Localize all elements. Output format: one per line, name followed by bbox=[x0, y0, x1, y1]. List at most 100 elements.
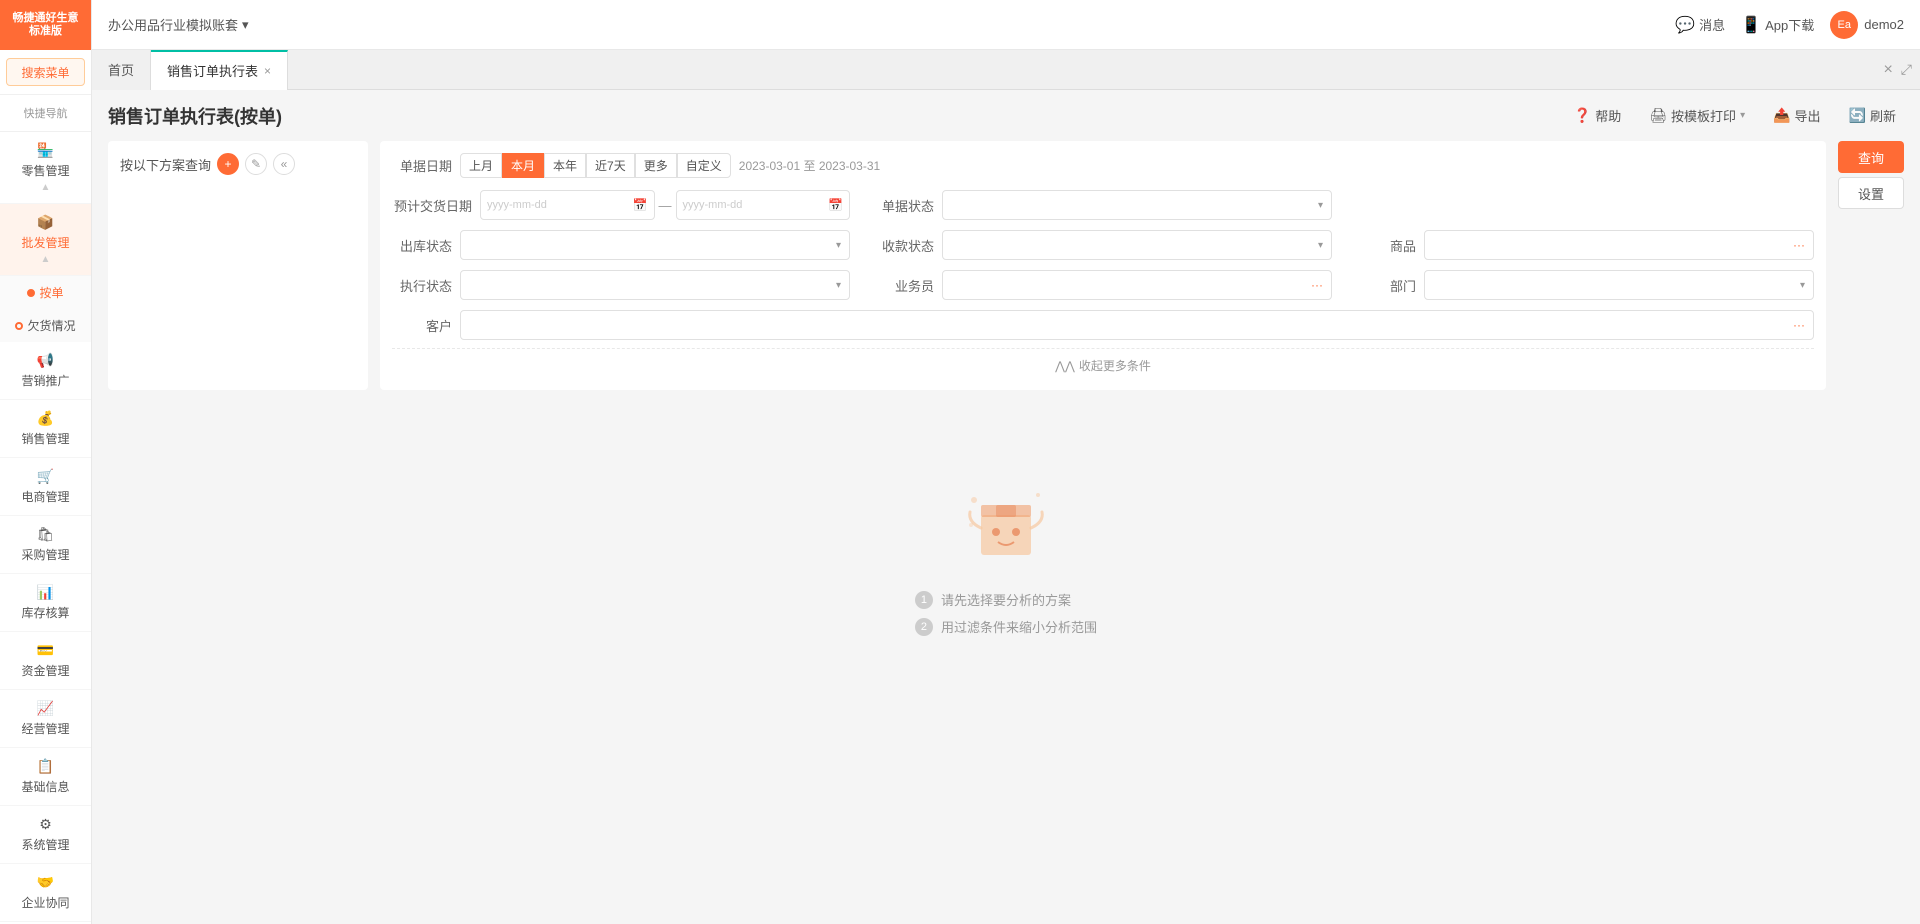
status-field: 单据状态 ▾ bbox=[874, 190, 1332, 220]
sidebar-item-enterprise[interactable]: 🤝 企业协同 bbox=[0, 864, 91, 922]
tab-active[interactable]: 销售订单执行表 × bbox=[151, 50, 288, 90]
collapse-more-button[interactable]: ⋀⋀ 收起更多条件 bbox=[1055, 357, 1151, 374]
exec-status-dropdown-icon: ▾ bbox=[836, 280, 841, 291]
product-input[interactable]: ··· bbox=[1424, 230, 1814, 260]
collapse-scheme-button[interactable]: « bbox=[273, 153, 295, 175]
salesperson-more-icon[interactable]: ··· bbox=[1311, 278, 1323, 292]
exec-status-select[interactable]: ▾ bbox=[460, 270, 850, 300]
refresh-button[interactable]: 🔄 刷新 bbox=[1841, 102, 1904, 129]
tip2-num: 2 bbox=[915, 618, 933, 636]
salesperson-input[interactable]: ··· bbox=[942, 270, 1332, 300]
collapse-icon: « bbox=[281, 157, 288, 171]
tab-close-icon[interactable]: × bbox=[264, 64, 271, 78]
sidebar-item-basic[interactable]: 📋 基础信息 bbox=[0, 748, 91, 806]
preset-this-year[interactable]: 本年 bbox=[544, 153, 586, 178]
sidebar-item-finance[interactable]: 💳 资金管理 bbox=[0, 632, 91, 690]
search-menu-button[interactable]: 搜索菜单 bbox=[6, 58, 85, 86]
date-label: 单据日期 bbox=[392, 156, 452, 175]
filter-form: 单据日期 上月 本月 本年 近7天 更多 自定义 2023-03-01 至 20… bbox=[380, 141, 1826, 390]
preset-custom[interactable]: 自定义 bbox=[677, 153, 731, 178]
preset-last-month[interactable]: 上月 bbox=[460, 153, 502, 178]
preset-last-7[interactable]: 近7天 bbox=[586, 153, 635, 178]
expected-date-start[interactable]: yyyy-mm-dd 📅 bbox=[480, 190, 655, 220]
scheme-header: 按以下方案查询 + ✎ « bbox=[120, 153, 356, 175]
search-button[interactable]: 查询 bbox=[1838, 141, 1904, 173]
tab-home[interactable]: 首页 bbox=[92, 50, 151, 90]
tip1-text: 请先选择要分析的方案 bbox=[941, 590, 1071, 609]
receipt-status-select[interactable]: ▾ bbox=[942, 230, 1332, 260]
out-status-dropdown-icon: ▾ bbox=[836, 240, 841, 251]
sidebar-sub-item-press[interactable]: 按单 bbox=[0, 276, 91, 309]
sidebar-item-system-label: 系统管理 bbox=[21, 836, 69, 853]
out-status-label: 出库状态 bbox=[392, 236, 452, 255]
expected-date-field: 预计交货日期 yyyy-mm-dd 📅 — yyyy-mm-dd 📅 bbox=[392, 190, 850, 220]
export-button[interactable]: 📤 导出 bbox=[1765, 102, 1828, 129]
date-dash: — bbox=[659, 198, 672, 213]
sidebar-sub-item-debt[interactable]: 欠货情况 bbox=[0, 309, 91, 342]
out-status-field: 出库状态 ▾ bbox=[392, 230, 850, 260]
preset-this-month[interactable]: 本月 bbox=[502, 153, 544, 178]
sidebar-item-sales-label: 销售管理 bbox=[21, 430, 69, 447]
sidebar-item-enterprise-label: 企业协同 bbox=[21, 894, 69, 911]
sidebar-item-basic-label: 基础信息 bbox=[21, 778, 69, 795]
sidebar-sub-item-press-label: 按单 bbox=[39, 284, 63, 301]
status-select[interactable]: ▾ bbox=[942, 190, 1332, 220]
app-download-icon: 📱 bbox=[1741, 15, 1761, 35]
empty-tip-1: 1 请先选择要分析的方案 bbox=[915, 590, 1097, 609]
product-field: 商品 ··· bbox=[1356, 230, 1814, 260]
expected-date-end[interactable]: yyyy-mm-dd 📅 bbox=[676, 190, 851, 220]
user-action[interactable]: Ea demo2 bbox=[1830, 11, 1904, 39]
customer-input[interactable]: ··· bbox=[460, 310, 1814, 340]
print-icon: 🖨 bbox=[1649, 107, 1667, 124]
empty-icon bbox=[956, 470, 1056, 570]
stock-icon: 📊 bbox=[37, 584, 54, 601]
sidebar-item-system[interactable]: ⚙ 系统管理 bbox=[0, 806, 91, 864]
sidebar-item-wholesale[interactable]: 📦 批发管理 ▲ bbox=[0, 204, 91, 276]
close-window-icon[interactable]: × bbox=[1883, 61, 1892, 79]
sidebar-item-operations-label: 经营管理 bbox=[21, 720, 69, 737]
help-button[interactable]: ❓ 帮助 bbox=[1566, 102, 1629, 129]
content-area: 销售订单执行表(按单) ❓ 帮助 🖨 按模板打印 ▾ 📤 导出 bbox=[92, 90, 1920, 924]
expand-icon[interactable]: ⤢ bbox=[1901, 61, 1912, 78]
filter-grid: 预计交货日期 yyyy-mm-dd 📅 — yyyy-mm-dd 📅 bbox=[392, 190, 1814, 220]
print-button[interactable]: 🖨 按模板打印 ▾ bbox=[1641, 102, 1753, 129]
sidebar-item-purchase[interactable]: 🛍 采购管理 bbox=[0, 516, 91, 574]
add-scheme-button[interactable]: + bbox=[217, 153, 239, 175]
edit-scheme-button[interactable]: ✎ bbox=[245, 153, 267, 175]
topbar-title: 办公用品行业模拟账套 ▾ bbox=[108, 15, 249, 34]
product-more-icon[interactable]: ··· bbox=[1793, 238, 1805, 252]
preset-more[interactable]: 更多 bbox=[635, 153, 677, 178]
sidebar-item-marketing[interactable]: 📢 营销推广 bbox=[0, 342, 91, 400]
filter-actions: ⋀⋀ 收起更多条件 bbox=[392, 348, 1814, 378]
wholesale-icon: 📦 bbox=[37, 214, 54, 231]
tabbar: 首页 销售订单执行表 × × ⤢ bbox=[92, 50, 1920, 90]
message-icon: 💬 bbox=[1675, 15, 1695, 35]
sidebar-item-sales[interactable]: 💰 销售管理 bbox=[0, 400, 91, 458]
settings-button[interactable]: 设置 bbox=[1838, 177, 1904, 209]
message-action[interactable]: 💬 消息 bbox=[1675, 15, 1725, 35]
marketing-icon: 📢 bbox=[37, 352, 54, 369]
app-download-action[interactable]: 📱 App下载 bbox=[1741, 15, 1814, 35]
sidebar-menu: 🏪 零售管理 ▲ 📦 批发管理 ▲ 按单 欠货情况 📢 营销推广 � bbox=[0, 132, 91, 924]
topbar-title-arrow[interactable]: ▾ bbox=[242, 17, 249, 33]
page-header: 销售订单执行表(按单) ❓ 帮助 🖨 按模板打印 ▾ 📤 导出 bbox=[108, 102, 1904, 129]
sidebar-item-operations[interactable]: 📈 经营管理 bbox=[0, 690, 91, 748]
sidebar-item-retail[interactable]: 🏪 零售管理 ▲ bbox=[0, 132, 91, 204]
ecommerce-icon: 🛒 bbox=[37, 468, 54, 485]
receipt-status-dropdown-icon: ▾ bbox=[1318, 240, 1323, 251]
sidebar: 畅捷通好生意 标准版 搜索菜单 快捷导航 🏪 零售管理 ▲ 📦 批发管理 ▲ 按… bbox=[0, 0, 92, 924]
date-filter-row: 单据日期 上月 本月 本年 近7天 更多 自定义 2023-03-01 至 20… bbox=[392, 153, 1814, 178]
sidebar-item-ecommerce[interactable]: 🛒 电商管理 bbox=[0, 458, 91, 516]
dept-label: 部门 bbox=[1356, 276, 1416, 295]
operations-icon: 📈 bbox=[37, 700, 54, 717]
user-name: demo2 bbox=[1864, 17, 1904, 32]
sidebar-item-stock[interactable]: 📊 库存核算 bbox=[0, 574, 91, 632]
dept-select[interactable]: ▾ bbox=[1424, 270, 1814, 300]
out-status-select[interactable]: ▾ bbox=[460, 230, 850, 260]
main-area: 办公用品行业模拟账套 ▾ 💬 消息 📱 App下载 Ea demo2 首页 bbox=[92, 0, 1920, 924]
collapse-label: 收起更多条件 bbox=[1079, 357, 1151, 374]
search-settings-btns: 查询 设置 bbox=[1838, 141, 1904, 390]
topbar-title-text: 办公用品行业模拟账套 bbox=[108, 15, 238, 34]
customer-more-icon[interactable]: ··· bbox=[1793, 318, 1805, 332]
basic-icon: 📋 bbox=[37, 758, 54, 775]
